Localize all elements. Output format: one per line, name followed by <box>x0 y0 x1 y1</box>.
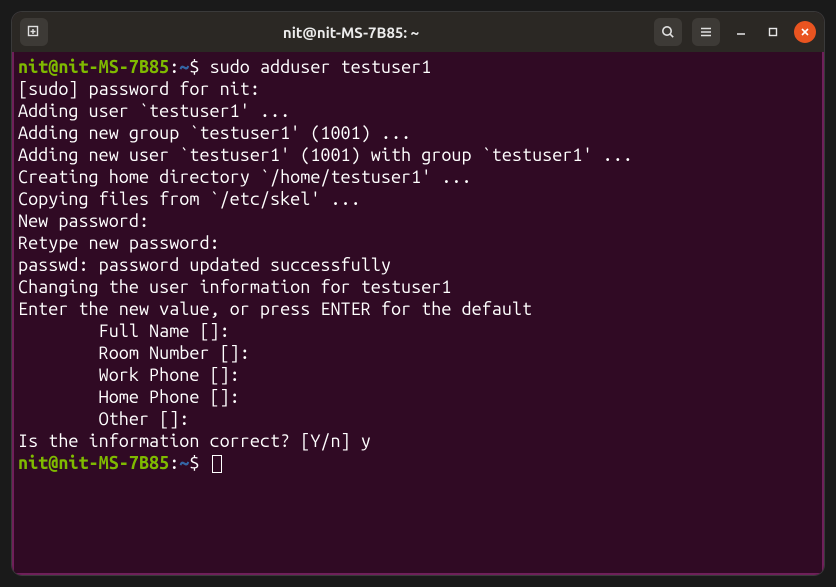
output-line: Adding new user `testuser1' (1001) with … <box>18 144 818 166</box>
output-line: Other []: <box>18 408 818 430</box>
close-button[interactable] <box>794 21 816 43</box>
cursor <box>212 455 222 473</box>
prompt-line: nit@nit-MS-7B85:~$ <box>18 452 818 474</box>
maximize-button[interactable] <box>762 21 784 43</box>
output-line: Work Phone []: <box>18 364 818 386</box>
output-line: Creating home directory `/home/testuser1… <box>18 166 818 188</box>
terminal-body[interactable]: nit@nit-MS-7B85:~$ sudo adduser testuser… <box>12 52 824 575</box>
hamburger-menu-button[interactable] <box>692 18 720 46</box>
output-line: Full Name []: <box>18 320 818 342</box>
output-line: Room Number []: <box>18 342 818 364</box>
prompt-userhost: nit@nit-MS-7B85 <box>18 453 169 473</box>
prompt-path: ~ <box>179 57 189 77</box>
output-line: Adding user `testuser1' ... <box>18 100 818 122</box>
titlebar: nit@nit-MS-7B85: ~ <box>12 12 824 52</box>
output-line: Retype new password: <box>18 232 818 254</box>
output-line: [sudo] password for nit: <box>18 78 818 100</box>
window-title: nit@nit-MS-7B85: ~ <box>52 24 650 41</box>
output-line: passwd: password updated successfully <box>18 254 818 276</box>
terminal-window: nit@nit-MS-7B85: ~ nit@n <box>12 12 824 575</box>
output-line: Changing the user information for testus… <box>18 276 818 298</box>
output-line: Adding new group `testuser1' (1001) ... <box>18 122 818 144</box>
new-tab-button[interactable] <box>20 18 48 46</box>
output-line: Home Phone []: <box>18 386 818 408</box>
output-line: Copying files from `/etc/skel' ... <box>18 188 818 210</box>
output-line: Enter the new value, or press ENTER for … <box>18 298 818 320</box>
minimize-button[interactable] <box>730 21 752 43</box>
output-line: New password: <box>18 210 818 232</box>
prompt-userhost: nit@nit-MS-7B85 <box>18 57 169 77</box>
prompt-line: nit@nit-MS-7B85:~$ sudo adduser testuser… <box>18 56 818 78</box>
prompt-path: ~ <box>179 453 189 473</box>
output-line: Is the information correct? [Y/n] y <box>18 430 818 452</box>
command-input: sudo adduser testuser1 <box>199 57 431 77</box>
search-button[interactable] <box>654 18 682 46</box>
